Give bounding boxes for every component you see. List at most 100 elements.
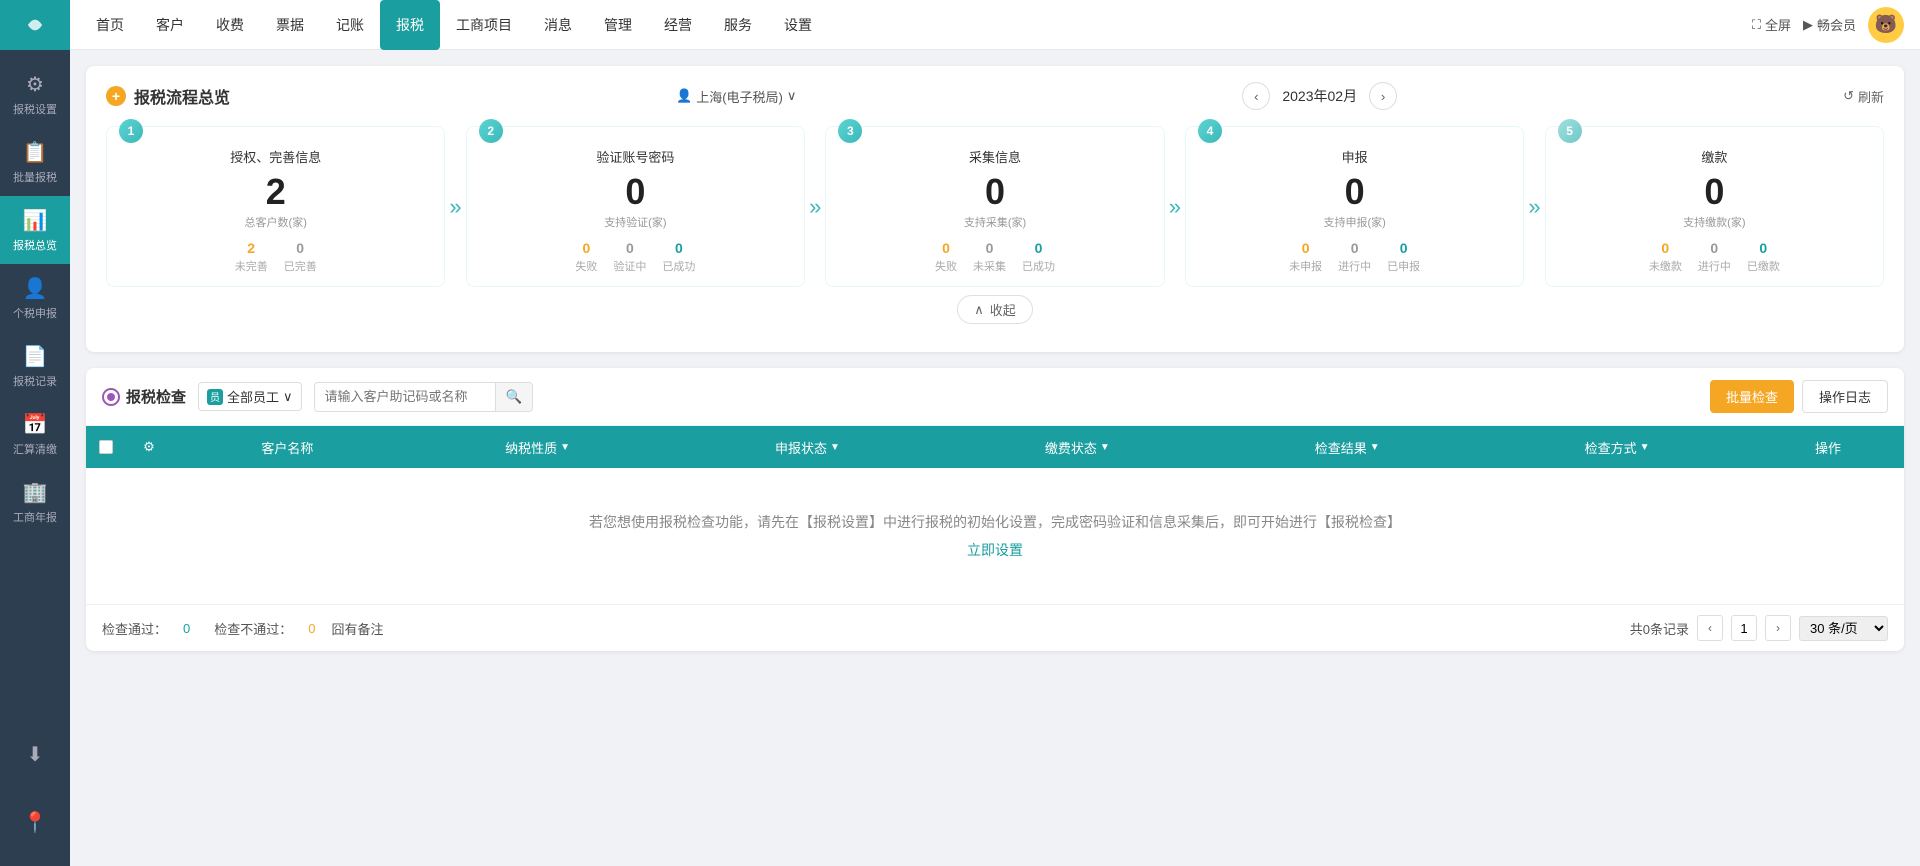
location-icon: 📍 [23,810,48,835]
operation-log-button[interactable]: 操作日志 [1802,380,1888,413]
employee-filter-select[interactable]: 员 全部员工 ∨ [198,382,302,411]
step-number-2: 2 [479,119,503,143]
filter-icon-1[interactable]: ▼ [560,442,570,453]
employee-icon: 员 [207,389,223,405]
nav-business[interactable]: 工商项目 [440,0,528,50]
month-nav: ‹ 2023年02月 › [1242,82,1397,110]
prev-page-button[interactable]: ‹ [1697,615,1723,641]
select-all-checkbox[interactable] [99,440,113,454]
step-title-3: 采集信息 [838,147,1151,166]
step-big-num-4: 0 [1198,174,1511,210]
sidebar-item-batch-tax[interactable]: 📋 批量报税 [0,128,70,196]
setup-link[interactable]: 立即设置 [967,542,1023,558]
table-footer: 检查通过：0 检查不通过：0 囧有备注 共0条记录 ‹ › 30 条/页50 条… [86,604,1904,651]
step-stats-3: 0 失败 0 未采集 0 已成功 [838,240,1151,274]
step-number-3: 3 [838,119,862,143]
filter-icon-5[interactable]: ▼ [1640,442,1650,453]
nav-fee[interactable]: 收费 [200,0,260,50]
filter-icon-2[interactable]: ▼ [830,442,840,453]
nav-accounting[interactable]: 记账 [320,0,380,50]
sidebar-item-tax-settings[interactable]: ⚙ 报税设置 [0,60,70,128]
nav-service[interactable]: 服务 [708,0,768,50]
stat-label-uncomplete: 未完善 [235,258,268,274]
sidebar-item-annual-report[interactable]: 🏢 工商年报 [0,468,70,536]
step-subtitle-4: 支持申报(家) [1198,214,1511,230]
vip-button[interactable]: ▶ 畅会员 [1803,15,1856,34]
search-input[interactable] [315,383,495,410]
annual-report-icon: 🏢 [23,480,48,505]
tax-table-wrapper: ⚙ 客户名称 纳税性质 ▼ [86,426,1904,604]
empty-state-row: 若您想使用报税检查功能，请先在【报税设置】中进行报税的初始化设置，完成密码验证和… [86,468,1904,604]
flow-step-1: 1 授权、完善信息 2 总客户数(家) 2 未完善 0 已完善 [106,126,445,287]
sidebar-item-download[interactable]: ⬇ [0,720,70,788]
refresh-button[interactable]: ↺ 刷新 [1843,87,1884,106]
stat-item: 0 未申报 [1289,240,1322,274]
next-page-button[interactable]: › [1765,615,1791,641]
nav-settings[interactable]: 设置 [768,0,828,50]
step-subtitle-5: 支持缴款(家) [1558,214,1871,230]
filter-icon-4[interactable]: ▼ [1370,442,1380,453]
stat-num-uncomplete: 2 [247,240,255,256]
current-page-input[interactable] [1731,615,1757,641]
nav-operation[interactable]: 经营 [648,0,708,50]
checkbox-header [86,426,126,468]
check-fail-value[interactable]: 0 [308,621,315,636]
check-pass-label: 检查通过： [102,619,167,638]
tax-check-title: 报税检查 [102,386,186,407]
stat-num-complete: 0 [296,240,304,256]
sidebar-item-tax-record[interactable]: 📄 报税记录 [0,332,70,400]
flow-step-4: 4 申报 0 支持申报(家) 0 未申报 0 进行中 [1185,126,1524,287]
gear-icon[interactable]: ⚙ [138,436,160,458]
sidebar: ⚙ 报税设置 📋 批量报税 📊 报税总览 👤 个税申报 📄 报税记录 📅 汇算清… [0,50,70,866]
nav-manage[interactable]: 管理 [588,0,648,50]
location-badge[interactable]: 👤 上海(电子税局) ∨ [676,87,796,106]
header-right-buttons: 批量检查 操作日志 [1710,380,1888,413]
flow-arrow-4: » [1524,126,1544,287]
search-button[interactable]: 🔍 [495,383,533,411]
prev-month-button[interactable]: ‹ [1242,82,1270,110]
collapse-button[interactable]: ∧ 收起 [957,295,1033,324]
search-box: 🔍 [314,382,534,412]
tax-check-header: 报税检查 员 全部员工 ∨ 🔍 批量检查 操作日志 [86,368,1904,426]
tax-table: ⚙ 客户名称 纳税性质 ▼ [86,426,1904,604]
step-title-5: 缴款 [1558,147,1871,166]
stat-item: 0 失败 [575,240,597,274]
step-stats-1: 2 未完善 0 已完善 [119,240,432,274]
main-layout: ⚙ 报税设置 📋 批量报税 📊 报税总览 👤 个税申报 📄 报税记录 📅 汇算清… [0,50,1920,866]
flow-arrow-3: » [1165,126,1185,287]
sidebar-item-personal-tax[interactable]: 👤 个税申报 [0,264,70,332]
plus-circle-icon: + [106,86,126,106]
th-tax-nature: 纳税性质 ▼ [403,426,673,468]
nav-customer[interactable]: 客户 [140,0,200,50]
tax-overview-icon: 📊 [23,208,48,233]
check-pass-value[interactable]: 0 [183,621,190,636]
flow-step-5: 5 缴款 0 支持缴款(家) 0 未缴款 0 进行中 [1545,126,1884,287]
sidebar-bottom: ⬇ 📍 [0,720,70,866]
stat-item: 0 失败 [935,240,957,274]
th-check-method: 检查方式 ▼ [1482,426,1752,468]
per-page-select[interactable]: 30 条/页50 条/页100 条/页 [1799,616,1888,641]
step-title-2: 验证账号密码 [479,147,792,166]
stat-item: 0 未缴款 [1649,240,1682,274]
sidebar-item-location[interactable]: 📍 [0,788,70,856]
stat-label-complete: 已完善 [284,258,317,274]
next-month-button[interactable]: › [1369,82,1397,110]
fullscreen-icon: ⛶ [1752,17,1761,33]
nav-message[interactable]: 消息 [528,0,588,50]
fullscreen-button[interactable]: ⛶ 全屏 [1752,15,1791,34]
flow-overview-card: + 报税流程总览 👤 上海(电子税局) ∨ ‹ 2023年02月 › ↺ 刷新 [86,66,1904,352]
step-big-num-5: 0 [1558,174,1871,210]
nav-tax[interactable]: 报税 [380,0,440,50]
sidebar-item-settlement[interactable]: 📅 汇算清缴 [0,400,70,468]
user-avatar[interactable]: 🐻 [1868,7,1904,43]
th-operation: 操作 [1752,426,1904,468]
stat-item: 0 已成功 [662,240,695,274]
sidebar-item-tax-overview[interactable]: 📊 报税总览 [0,196,70,264]
empty-state: 若您想使用报税检查功能，请先在【报税设置】中进行报税的初始化设置，完成密码验证和… [86,468,1904,604]
nav-invoice[interactable]: 票据 [260,0,320,50]
top-navigation: 首页 客户 收费 票据 记账 报税 工商项目 消息 管理 经营 服务 设置 ⛶ … [0,0,1920,50]
nav-home[interactable]: 首页 [80,0,140,50]
filter-icon-3[interactable]: ▼ [1100,442,1110,453]
batch-check-button[interactable]: 批量检查 [1710,380,1794,413]
check-circle-icon [102,388,120,406]
